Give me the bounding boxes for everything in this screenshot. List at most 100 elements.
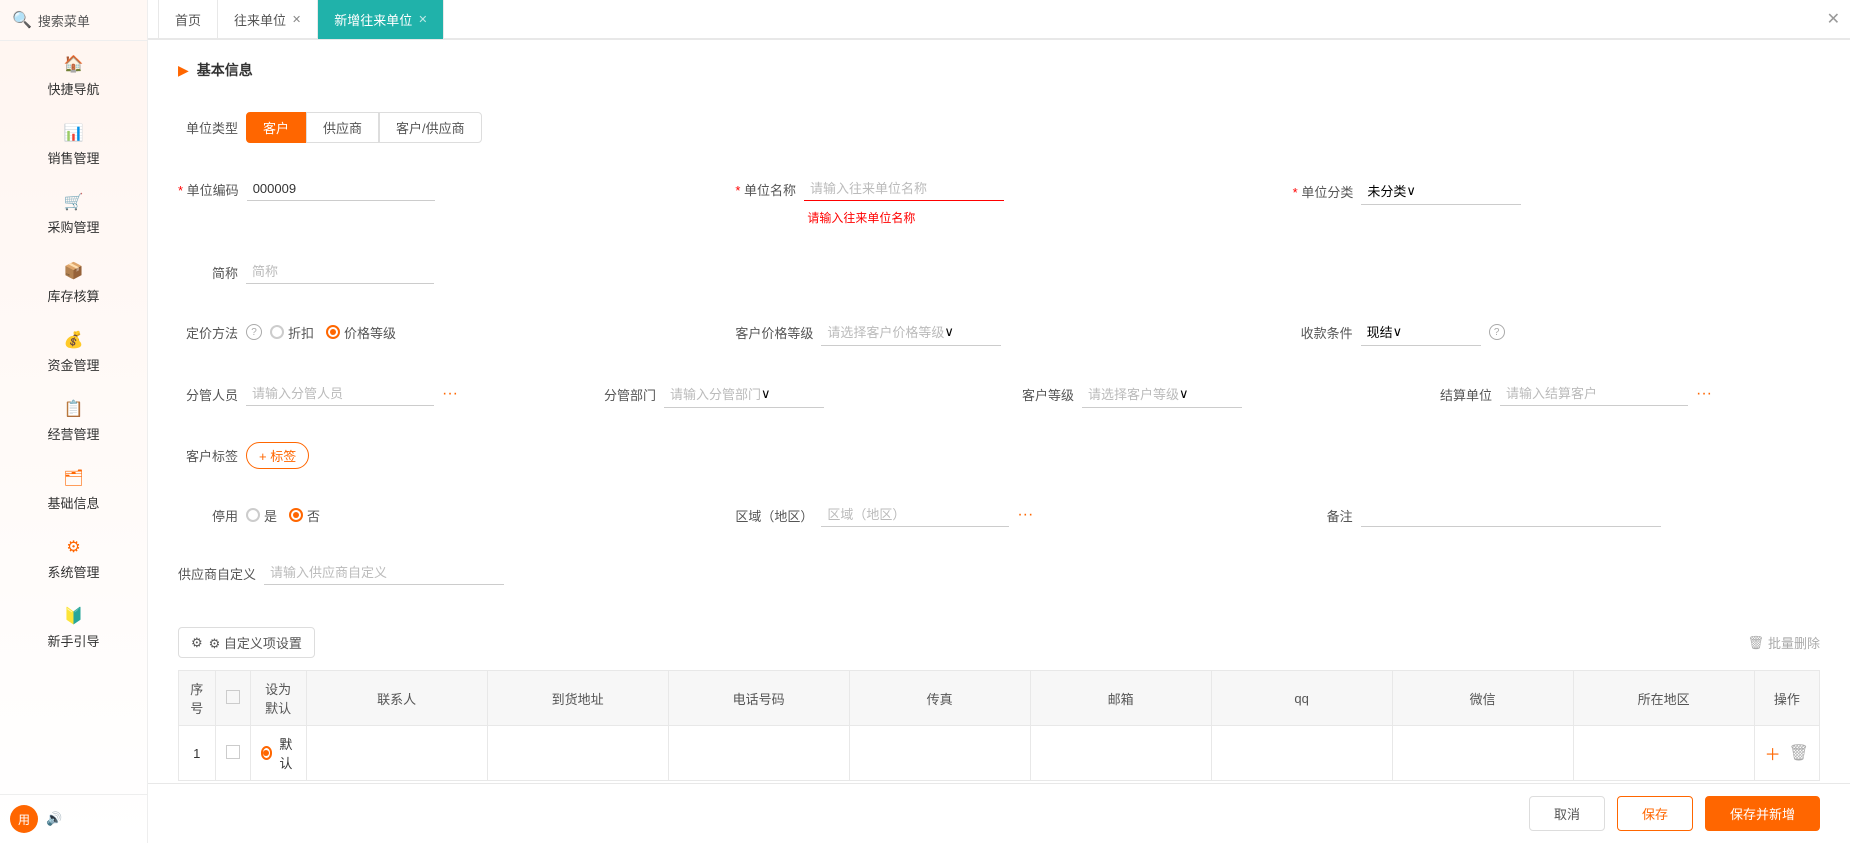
supplier-custom-input[interactable] (264, 561, 504, 585)
row-region-input[interactable] (1584, 742, 1744, 765)
save-and-add-button[interactable]: 保存并新增 (1705, 796, 1820, 831)
region-more-btn[interactable]: ··· (1017, 506, 1033, 524)
disabled-no-radio[interactable]: 否 (289, 506, 320, 525)
tab-partner-list-label: 往来单位 (234, 10, 286, 29)
sidebar-item-guide[interactable]: 🔰 新手引导 (0, 593, 147, 662)
remark-input[interactable] (1361, 503, 1661, 527)
sidebar-item-basic[interactable]: 🗂 基础信息 (0, 455, 147, 524)
sidebar-item-operations[interactable]: 📋 经营管理 (0, 386, 147, 455)
disabled-label: 停用 (178, 506, 238, 525)
add-tag-label: + 标签 (259, 446, 296, 465)
pricing-help-icon[interactable]: ? (246, 324, 262, 340)
row-email[interactable] (1030, 726, 1211, 781)
unit-name-input[interactable] (804, 177, 1004, 201)
customer-level-select[interactable]: 请选择客户等级 ∨ (1082, 380, 1242, 408)
sidebar-item-sales[interactable]: 📊 销售管理 (0, 110, 147, 179)
tab-partner-list[interactable]: 往来单位 ✕ (218, 0, 318, 39)
select-all-checkbox[interactable] (226, 690, 240, 704)
payment-terms-select[interactable]: 现结 ∨ (1361, 318, 1481, 346)
sidebar-item-system[interactable]: ⚙ 系统管理 (0, 524, 147, 593)
row-region[interactable] (1573, 726, 1754, 781)
payment-terms-value: 现结 (1367, 322, 1393, 341)
disabled-yes-circle (246, 508, 260, 522)
short-name-input[interactable] (246, 260, 434, 284)
tab-add-partner[interactable]: 新增往来单位 ✕ (318, 0, 444, 39)
manager-input[interactable] (246, 382, 434, 406)
sidebar-item-label: 采购管理 (47, 217, 99, 236)
row-default: 默认 (250, 726, 306, 781)
pricing-discount-radio[interactable]: 折扣 (270, 323, 314, 342)
window-close-button[interactable]: ✕ (1827, 9, 1840, 29)
settlement-more-btn[interactable]: ··· (1696, 385, 1712, 403)
unit-btn-both[interactable]: 客户/供应商 (379, 112, 482, 143)
tab-home[interactable]: 首页 (158, 0, 218, 39)
row-address-input[interactable] (498, 742, 658, 765)
sidebar-item-inventory[interactable]: 📦 库存核算 (0, 248, 147, 317)
row-phone-input[interactable] (679, 742, 839, 765)
unit-code-label: 单位编码 (178, 180, 239, 199)
row-checkbox[interactable] (226, 745, 240, 759)
settlement-input[interactable] (1500, 382, 1688, 406)
unit-btn-supplier[interactable]: 供应商 (306, 112, 379, 143)
price-level-select[interactable]: 请选择客户价格等级 ∨ (821, 318, 1001, 346)
region-input[interactable] (821, 503, 1009, 527)
pricing-method-label: 定价方法 (178, 323, 238, 342)
row-address[interactable] (487, 726, 668, 781)
disabled-yes-radio[interactable]: 是 (246, 506, 277, 525)
sidebar: 🔍 搜索菜单 🏠 快捷导航 📊 销售管理 🛒 采购管理 📦 库存核算 💰 资金管… (0, 0, 148, 843)
cancel-button[interactable]: 取消 (1529, 796, 1605, 831)
unit-category-value: 未分类 (1367, 181, 1406, 200)
folder-icon: 🗂 (63, 467, 85, 489)
row-fax[interactable] (849, 726, 1030, 781)
row-delete-button[interactable]: 🗑 (1789, 743, 1809, 763)
pricing-level-radio[interactable]: 价格等级 (326, 323, 396, 342)
table-header: 序号 设为默认 联系人 到货地址 电话号码 传真 邮箱 qq 微信 所在地区 (179, 671, 1820, 726)
gear-icon: ⚙ (63, 536, 85, 558)
sidebar-item-finance[interactable]: 💰 资金管理 (0, 317, 147, 386)
sidebar-item-label: 经营管理 (47, 424, 99, 443)
tab-partner-list-close[interactable]: ✕ (292, 13, 301, 26)
manager-more-btn[interactable]: ··· (442, 385, 458, 403)
sidebar-volume-icon[interactable]: 🔊 (46, 811, 62, 827)
row-wechat-input[interactable] (1403, 742, 1563, 765)
code-name-category-row: 单位编码 单位名称 请输入往来单位名称 单位分类 未分类 ∨ (178, 177, 1820, 226)
save-button[interactable]: 保存 (1617, 796, 1693, 831)
custom-settings-button[interactable]: ⚙ ⚙ 自定义项设置 (178, 627, 315, 658)
row-phone[interactable] (668, 726, 849, 781)
unit-category-label: 单位分类 (1293, 182, 1354, 201)
department-select[interactable]: 请输入分管部门 ∨ (664, 380, 824, 408)
sidebar-item-label: 新手引导 (47, 631, 99, 650)
row-fax-input[interactable] (860, 742, 1020, 765)
row-wechat[interactable] (1392, 726, 1573, 781)
row-contact-input[interactable] (317, 742, 477, 765)
pricing-method-radios: 折扣 价格等级 (270, 323, 396, 342)
row-email-input[interactable] (1041, 742, 1201, 765)
unit-code-input[interactable] (247, 177, 435, 201)
payment-terms-chevron-icon: ∨ (1393, 324, 1403, 340)
row-add-button[interactable]: ＋ (1765, 741, 1781, 765)
contact-table: 序号 设为默认 联系人 到货地址 电话号码 传真 邮箱 qq 微信 所在地区 (178, 670, 1820, 781)
unit-category-select[interactable]: 未分类 ∨ (1361, 177, 1521, 205)
sidebar-item-quick-nav[interactable]: 🏠 快捷导航 (0, 41, 147, 110)
pricing-level-circle (326, 325, 340, 339)
row-contact[interactable] (306, 726, 487, 781)
sidebar-item-purchase[interactable]: 🛒 采购管理 (0, 179, 147, 248)
disabled-no-label: 否 (307, 506, 320, 525)
payment-terms-help-icon[interactable]: ? (1489, 324, 1505, 340)
row-actions: ＋ 🗑 (1754, 726, 1819, 781)
row-qq-input[interactable] (1222, 742, 1382, 765)
short-name-row: 简称 (178, 260, 1820, 284)
row-default-radio[interactable] (261, 746, 273, 760)
add-tag-button[interactable]: + 标签 (246, 442, 309, 469)
unit-btn-customer[interactable]: 客户 (246, 112, 306, 143)
main: 首页 往来单位 ✕ 新增往来单位 ✕ ✕ ▶ 基本信息 单位类型 客户 供应商 … (148, 0, 1850, 843)
tab-add-partner-close[interactable]: ✕ (418, 13, 427, 26)
sidebar-search[interactable]: 🔍 搜索菜单 (0, 0, 147, 41)
cart-icon: 🛒 (63, 191, 85, 213)
batch-delete-button[interactable]: 🗑 批量删除 (1747, 633, 1820, 652)
table-row: 1 默认 (179, 726, 1820, 781)
tab-home-label: 首页 (175, 10, 201, 29)
avatar: 用 (10, 805, 38, 833)
price-level-placeholder: 请选择客户价格等级 (827, 322, 944, 341)
row-qq[interactable] (1211, 726, 1392, 781)
